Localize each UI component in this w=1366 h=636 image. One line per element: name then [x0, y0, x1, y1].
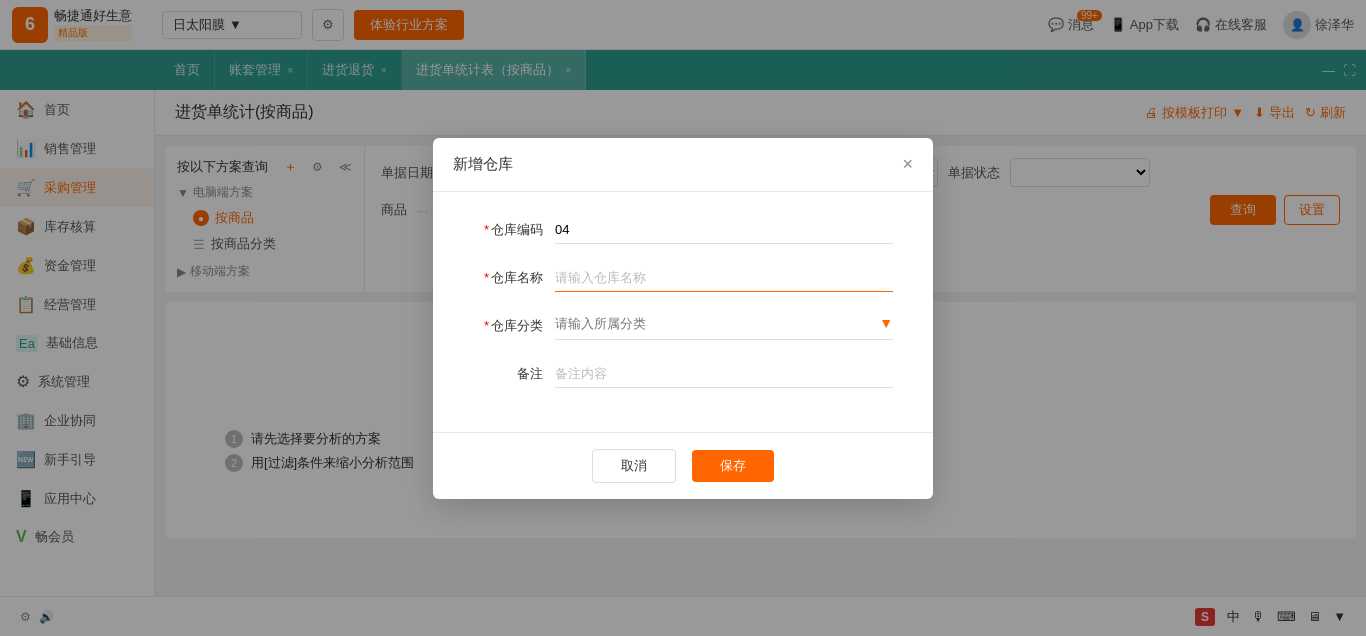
- warehouse-code-input[interactable]: [555, 216, 893, 244]
- warehouse-category-select-wrap: ▼: [555, 312, 893, 340]
- modal-overlay: 新增仓库 × *仓库编码 *仓库名称 *仓库分类: [0, 0, 1366, 636]
- warehouse-name-row: *仓库名称: [473, 264, 893, 292]
- warehouse-name-label: *仓库名称: [473, 269, 543, 287]
- modal-body: *仓库编码 *仓库名称 *仓库分类 ▼: [433, 192, 933, 432]
- modal-footer: 取消 保存: [433, 432, 933, 499]
- remark-label: 备注: [473, 365, 543, 383]
- remark-row: 备注: [473, 360, 893, 388]
- save-button[interactable]: 保存: [692, 450, 774, 482]
- warehouse-code-label: *仓库编码: [473, 221, 543, 239]
- cancel-button[interactable]: 取消: [592, 449, 676, 483]
- warehouse-name-input[interactable]: [555, 264, 893, 292]
- new-warehouse-modal: 新增仓库 × *仓库编码 *仓库名称 *仓库分类: [433, 138, 933, 499]
- warehouse-category-label: *仓库分类: [473, 317, 543, 335]
- warehouse-code-row: *仓库编码: [473, 216, 893, 244]
- category-dropdown-icon[interactable]: ▼: [879, 315, 893, 331]
- modal-close-icon[interactable]: ×: [902, 154, 913, 175]
- modal-header: 新增仓库 ×: [433, 138, 933, 192]
- remark-input[interactable]: [555, 360, 893, 388]
- modal-title: 新增仓库: [453, 155, 513, 174]
- warehouse-category-row: *仓库分类 ▼: [473, 312, 893, 340]
- warehouse-category-input[interactable]: [555, 312, 879, 335]
